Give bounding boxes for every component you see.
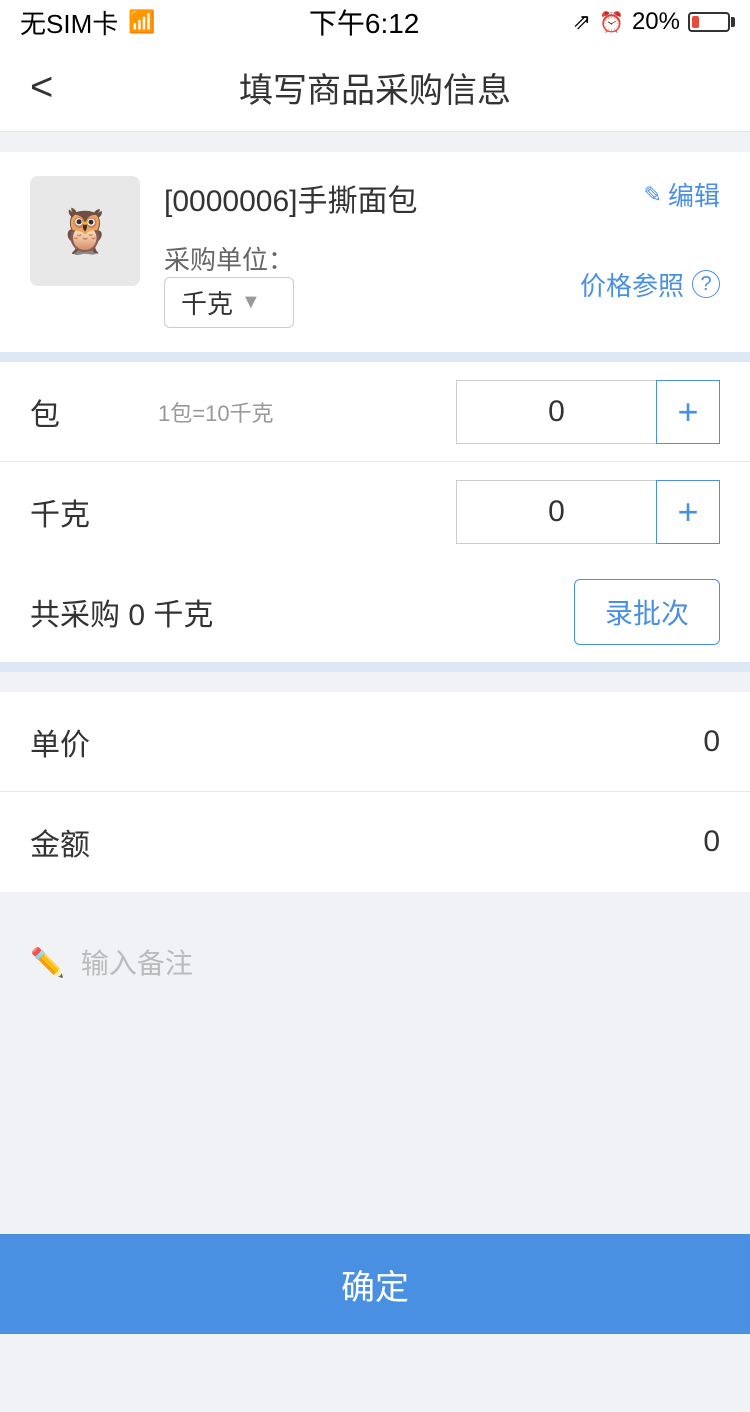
- kg-input-right: +: [456, 480, 720, 544]
- location-icon: ⇗: [573, 9, 591, 35]
- battery-icon: [688, 12, 730, 32]
- status-left: 无SIM卡 📶: [20, 4, 156, 41]
- section-divider-2: [0, 662, 750, 672]
- product-header: [0000006]手撕面包 ✎ 编辑: [164, 176, 720, 220]
- plus-icon: +: [677, 391, 698, 433]
- edit-icon: ✎: [644, 182, 662, 208]
- page-title: 填写商品采购信息: [239, 63, 511, 112]
- status-right: ⇗ ⏰ 20%: [573, 8, 730, 36]
- help-icon: ?: [692, 270, 720, 298]
- price-ref-label: 价格参照: [580, 266, 684, 303]
- product-logo-icon: 🦉: [58, 205, 113, 257]
- product-thumbnail: 🦉: [30, 176, 140, 286]
- amount-value: 0: [703, 825, 720, 859]
- pencil-icon: ✏️: [30, 946, 65, 979]
- dropdown-arrow-icon: ▼: [241, 291, 261, 314]
- battery-percent: 20%: [632, 8, 680, 36]
- product-card: 🦉 [0000006]手撕面包 ✎ 编辑 采购单位： 千克 ▼ 价格参照 ?: [0, 152, 750, 352]
- kg-input-row: 千克 +: [0, 462, 750, 562]
- edit-label: 编辑: [668, 176, 720, 213]
- product-unit-row: 采购单位： 千克 ▼ 价格参照 ?: [164, 240, 720, 328]
- summary-row: 共采购 0 千克 录批次: [0, 562, 750, 662]
- confirm-button-label: 确定: [341, 1260, 409, 1309]
- nav-bar: < 填写商品采购信息: [0, 44, 750, 132]
- battery-fill: [692, 16, 699, 28]
- section-divider-1: [0, 352, 750, 362]
- alarm-icon: ⏰: [599, 10, 624, 35]
- back-button[interactable]: <: [30, 65, 53, 110]
- remark-placeholder: 输入备注: [81, 942, 193, 982]
- price-reference-button[interactable]: 价格参照 ?: [580, 266, 720, 303]
- remark-section[interactable]: ✏️ 输入备注: [0, 912, 750, 1012]
- bag-quantity-input[interactable]: [456, 380, 656, 444]
- product-info: [0000006]手撕面包 ✎ 编辑 采购单位： 千克 ▼ 价格参照 ?: [164, 176, 720, 328]
- kg-label: 千克: [30, 490, 150, 534]
- bag-sublabel: 1包=10千克: [158, 396, 274, 428]
- bag-label: 包: [30, 390, 150, 434]
- unit-select-dropdown[interactable]: 千克 ▼: [164, 277, 294, 328]
- unit-price-value: 0: [703, 725, 720, 759]
- unit-value: 千克: [181, 284, 233, 321]
- bag-plus-button[interactable]: +: [656, 380, 720, 444]
- summary-text: 共采购 0 千克: [30, 590, 213, 634]
- quantity-section: 包 1包=10千克 + 千克 +: [0, 362, 750, 562]
- status-bar: 无SIM卡 📶 下午6:12 ⇗ ⏰ 20%: [0, 0, 750, 44]
- wifi-icon: 📶: [128, 9, 155, 35]
- plus-icon-2: +: [677, 491, 698, 533]
- status-time: 下午6:12: [309, 2, 420, 42]
- edit-button[interactable]: ✎ 编辑: [644, 176, 720, 213]
- kg-quantity-input[interactable]: [456, 480, 656, 544]
- confirm-button[interactable]: 确定: [0, 1234, 750, 1334]
- unit-label: 采购单位： 千克 ▼: [164, 240, 294, 328]
- bag-input-row: 包 1包=10千克 +: [0, 362, 750, 462]
- amount-label: 金额: [30, 820, 90, 864]
- unit-price-row: 单价 0: [0, 692, 750, 792]
- batch-button[interactable]: 录批次: [574, 579, 720, 645]
- page-spacer: [0, 1012, 750, 1412]
- product-name: [0000006]手撕面包: [164, 176, 644, 220]
- amount-row: 金额 0: [0, 792, 750, 892]
- kg-plus-button[interactable]: +: [656, 480, 720, 544]
- price-section: 单价 0 金额 0: [0, 692, 750, 892]
- bag-input-right: +: [456, 380, 720, 444]
- carrier-label: 无SIM卡: [20, 4, 118, 41]
- unit-price-label: 单价: [30, 720, 90, 764]
